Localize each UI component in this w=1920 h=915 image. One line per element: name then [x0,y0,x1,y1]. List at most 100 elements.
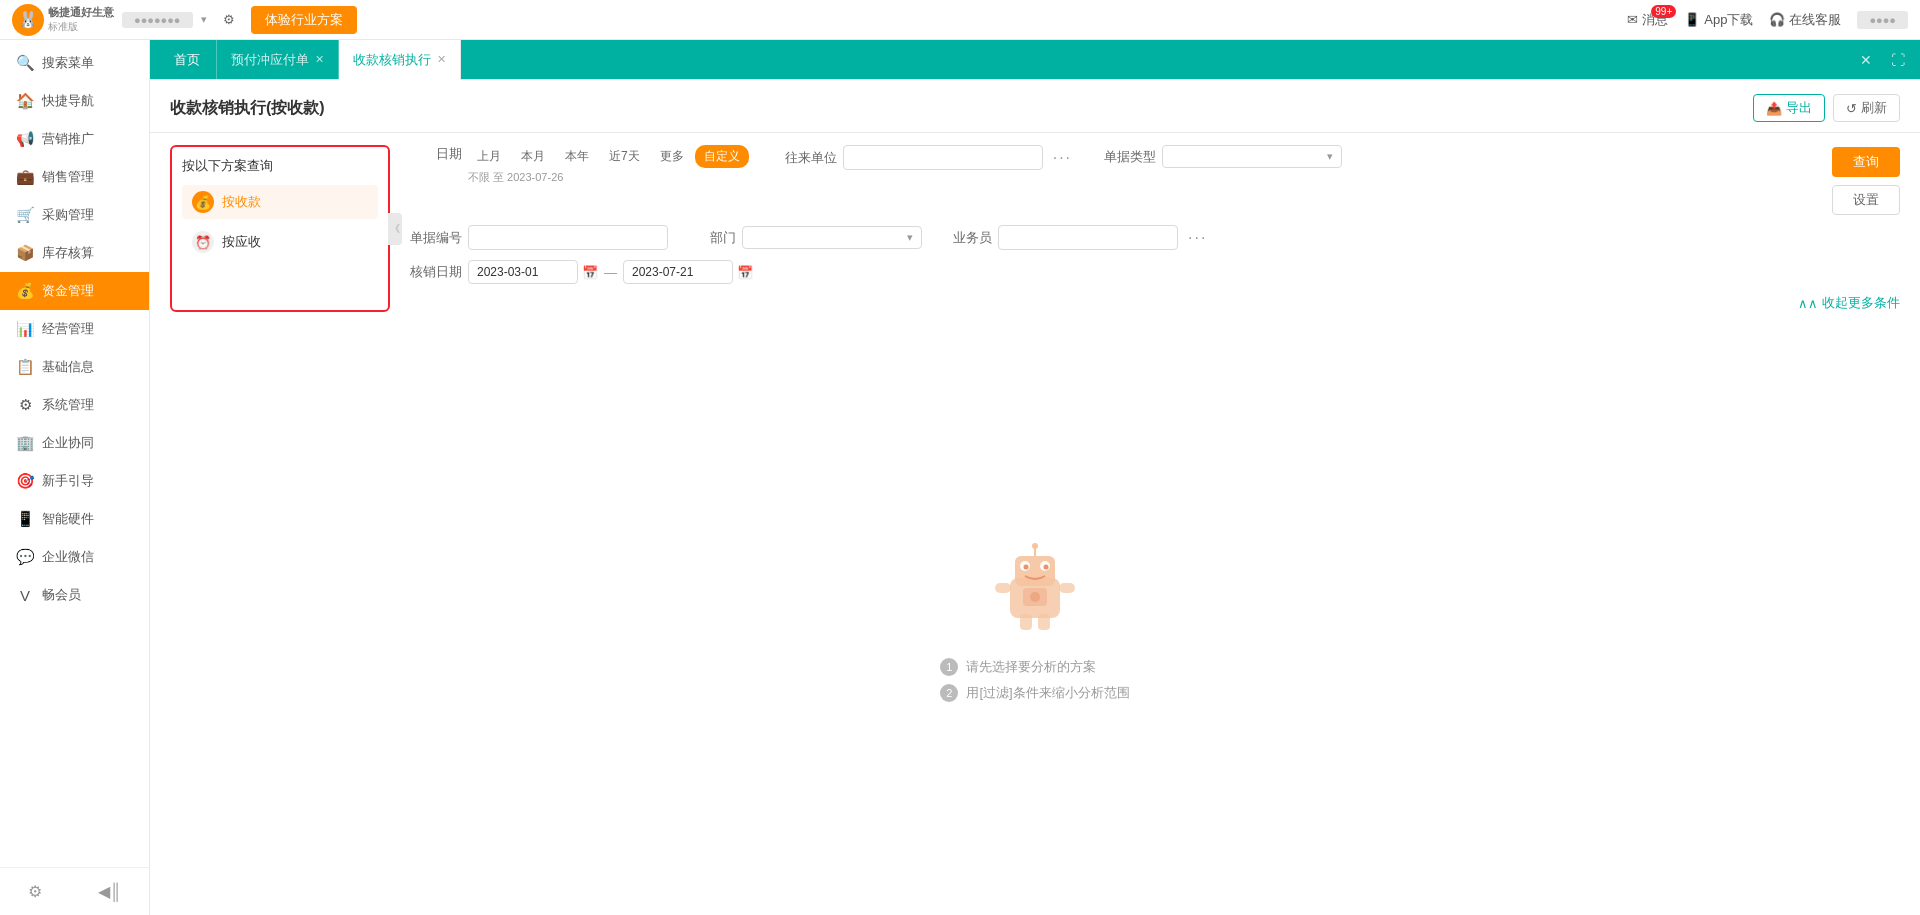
app-download-button[interactable]: 📱 App下载 [1684,11,1753,29]
tab-expand[interactable]: ⛶ [1884,46,1912,74]
online-service-button[interactable]: 🎧 在线客服 [1769,11,1841,29]
user-avatar[interactable]: ●●●● [1857,11,1908,29]
refresh-icon: ↺ [1846,101,1857,116]
query-panel-items: 💰 按收款 ⏰ 按应收 [182,185,378,259]
tab-prepay[interactable]: 预付冲应付单 ✕ [217,40,339,80]
gear-button[interactable]: ⚙ [215,6,243,34]
sidebar-item-sales[interactable]: 💼 销售管理 [0,158,149,196]
sidebar-item-system[interactable]: ⚙ 系统管理 [0,386,149,424]
counterpart-more-icon[interactable]: ··· [1053,149,1072,167]
verify-date-from-input[interactable] [468,260,578,284]
counterpart-input[interactable] [843,145,1043,170]
receivable-option-icon: ⏰ [192,231,214,253]
date-btn-more[interactable]: 更多 [651,145,693,168]
sidebar-settings-button[interactable]: ⚙ [22,876,48,907]
sidebar-item-member[interactable]: V 畅会员 [0,576,149,614]
staff-input[interactable] [998,225,1178,250]
sidebar-item-quick-nav[interactable]: 🏠 快捷导航 [0,82,149,120]
empty-state: 1 请先选择要分析的方案 2 用[过滤]条件来缩小分析范围 [940,538,1129,702]
tab-prepay-close[interactable]: ✕ [315,53,324,66]
filter-row-2: 单据编号 部门 ▾ 业务员 [402,225,1900,250]
brand-display: ●●●●●●● [122,12,193,28]
verify-date-to: 📅 [623,260,753,284]
verify-date-to-input[interactable] [623,260,733,284]
query-button[interactable]: 查询 [1832,147,1900,177]
home-icon: 🏠 [16,92,34,110]
page-header: 收款核销执行(按收款) 📤 导出 ↺ 刷新 [150,80,1920,133]
date-btn-this-month[interactable]: 本月 [512,145,554,168]
svg-point-5 [1043,564,1048,569]
svg-point-4 [1023,564,1028,569]
collapse-more-button[interactable]: ∧∧ 收起更多条件 [1798,294,1900,312]
date-range-display: 不限 至 2023-07-26 [468,170,749,185]
svg-rect-1 [1015,556,1055,586]
filter-layout: 按以下方案查询 💰 按收款 ⏰ 按应收 《 [170,145,1900,312]
svg-rect-10 [1020,614,1032,630]
message-icon: ✉ [1627,12,1638,27]
verify-date-from-cal-icon[interactable]: 📅 [582,265,598,280]
svg-rect-8 [995,583,1011,593]
solution-button[interactable]: 体验行业方案 [251,6,357,34]
sidebar-item-inventory[interactable]: 📦 库存核算 [0,234,149,272]
tab-receipt-verify-close[interactable]: ✕ [437,53,446,66]
docnum-input[interactable] [468,225,668,250]
date-controls: 上月 本月 本年 近7天 更多 自定义 不限 至 2023-07-26 [468,145,749,185]
sidebar-item-search-menu[interactable]: 🔍 搜索菜单 [0,44,149,82]
page-actions: 📤 导出 ↺ 刷新 [1753,94,1900,122]
svg-point-13 [1030,592,1040,602]
verify-date-group: 核销日期 📅 — 📅 [402,260,753,284]
sidebar-item-purchase[interactable]: 🛒 采购管理 [0,196,149,234]
edition-label: 标准版 [48,20,114,34]
sidebar-item-wechat[interactable]: 💬 企业微信 [0,538,149,576]
tab-home[interactable]: 首页 [158,40,217,80]
query-option-by-receivable[interactable]: ⏰ 按应收 [182,225,378,259]
query-panel-title: 按以下方案查询 [182,157,378,175]
sidebar-item-finance[interactable]: 💰 资金管理 [0,272,149,310]
filter-form: 日期 上月 本月 本年 近7天 更多 自定义 不限 至 [402,145,1900,312]
content-body: 1 请先选择要分析的方案 2 用[过滤]条件来缩小分析范围 [150,324,1920,915]
wechat-icon: 💬 [16,548,34,566]
guide-icon: 🎯 [16,472,34,490]
date-range-separator: — [604,265,617,280]
doctype-select[interactable]: ▾ [1162,145,1342,168]
date-btn-this-year[interactable]: 本年 [556,145,598,168]
message-button[interactable]: ✉ 消息 99+ [1627,11,1668,29]
tab-close-all[interactable]: ✕ [1852,46,1880,74]
date-btn-last-month[interactable]: 上月 [468,145,510,168]
verify-date-to-cal-icon[interactable]: 📅 [737,265,753,280]
setting-button[interactable]: 设置 [1832,185,1900,215]
date-btn-7days[interactable]: 近7天 [600,145,649,168]
doctype-dropdown-icon: ▾ [1327,150,1333,163]
query-panel-collapse[interactable]: 《 [388,213,402,245]
receipt-option-icon: 💰 [192,191,214,213]
tab-receipt-verify[interactable]: 收款核销执行 ✕ [339,40,461,80]
sales-icon: 💼 [16,168,34,186]
dept-dropdown-icon: ▾ [907,231,913,244]
sidebar-item-smart-hw[interactable]: 📱 智能硬件 [0,500,149,538]
sidebar-item-operation[interactable]: 📊 经营管理 [0,310,149,348]
app-icon: 📱 [1684,12,1700,27]
top-bar-right: ✉ 消息 99+ 📱 App下载 🎧 在线客服 ●●●● [1627,11,1908,29]
refresh-button[interactable]: ↺ 刷新 [1833,94,1900,122]
sidebar-item-basic-info[interactable]: 📋 基础信息 [0,348,149,386]
date-btn-custom[interactable]: 自定义 [695,145,749,168]
dept-select[interactable]: ▾ [742,226,922,249]
staff-group: 业务员 ··· [950,225,1207,250]
dropdown-arrow[interactable]: ▾ [201,13,207,26]
user-display: ●●●● [1869,14,1896,26]
staff-more-icon[interactable]: ··· [1188,229,1207,247]
inventory-icon: 📦 [16,244,34,262]
sidebar-collapse-button[interactable]: ◀║ [92,876,127,907]
enterprise-icon: 🏢 [16,434,34,452]
sidebar-item-marketing[interactable]: 📢 营销推广 [0,120,149,158]
tip-1-number: 1 [940,658,958,676]
top-bar-left: 🐰 畅捷通好生意 标准版 ●●●●●●● ▾ ⚙ 体验行业方案 [12,4,1627,36]
tip-1-text: 请先选择要分析的方案 [966,658,1096,676]
export-button[interactable]: 📤 导出 [1753,94,1825,122]
sidebar-item-enterprise[interactable]: 🏢 企业协同 [0,424,149,462]
page-title: 收款核销执行(按收款) [170,98,325,119]
tip-2-number: 2 [940,684,958,702]
sidebar-item-guide[interactable]: 🎯 新手引导 [0,462,149,500]
collapse-icon: ∧∧ [1798,296,1818,311]
query-option-by-receipt[interactable]: 💰 按收款 [182,185,378,219]
